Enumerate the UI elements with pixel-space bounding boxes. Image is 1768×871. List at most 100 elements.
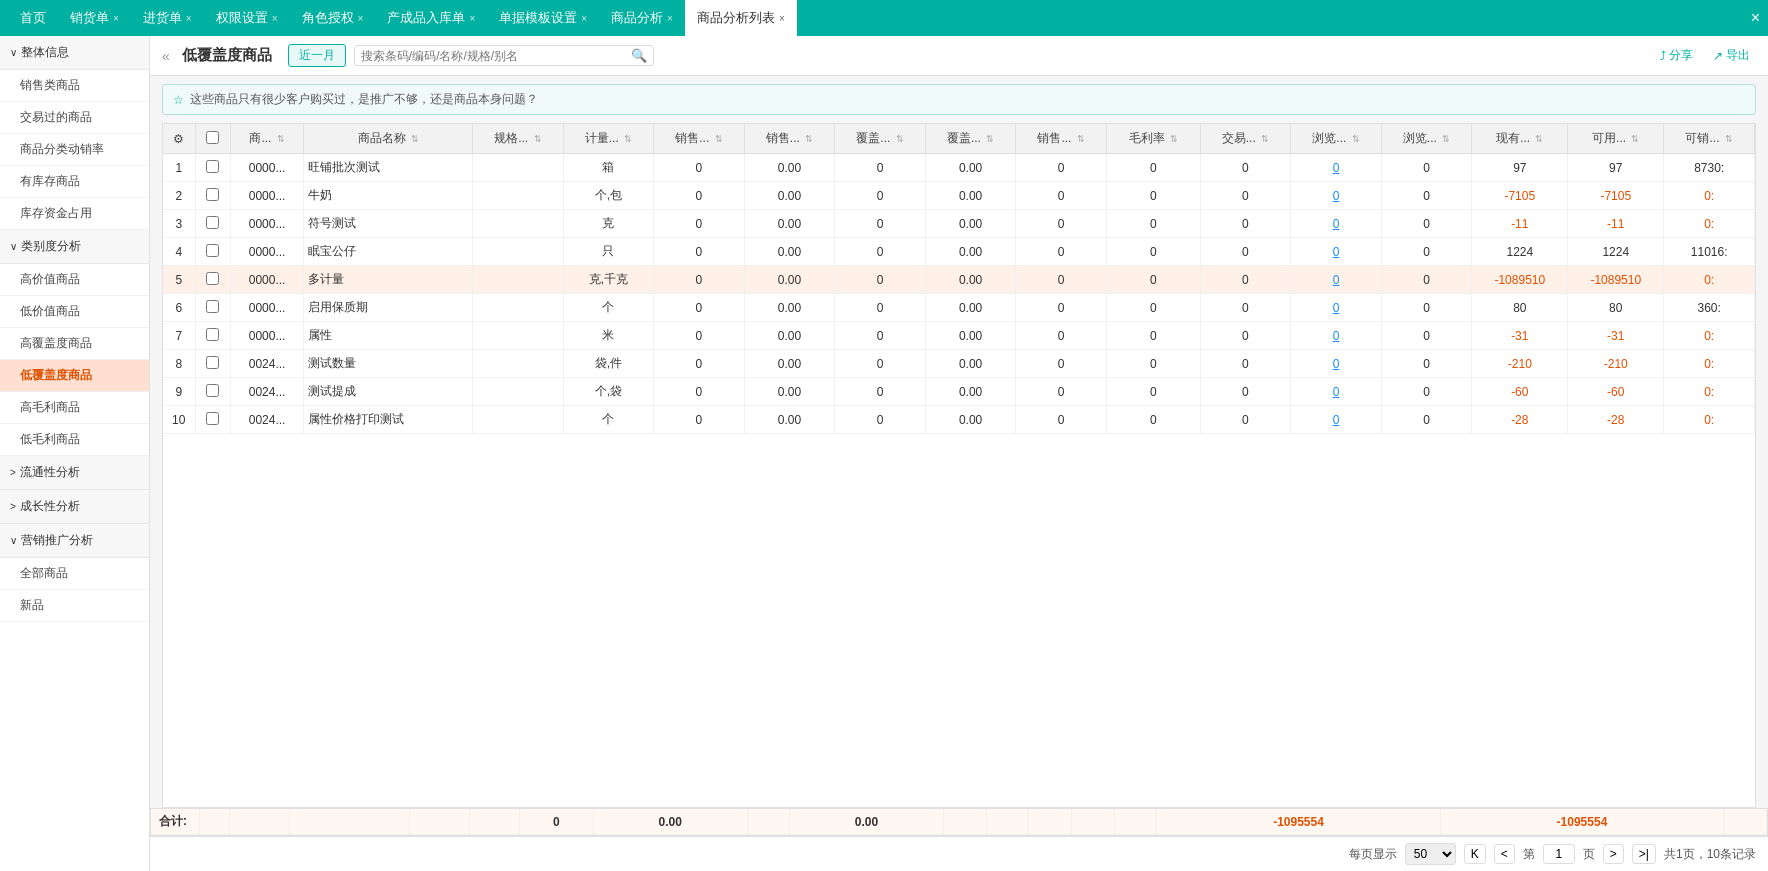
export-btn[interactable]: ↗ 导出 [1707,47,1756,64]
sidebar-item-high-profit[interactable]: 高毛利商品 [0,392,149,424]
row-checkbox-7[interactable] [206,356,219,369]
share-btn[interactable]: ⤴ 分享 [1654,47,1699,64]
row-checkbox-1[interactable] [206,188,219,201]
section-arrow-category: ∨ [10,241,17,252]
cell-browse1[interactable]: 0 [1291,266,1382,294]
nav-roles[interactable]: 角色授权 × [290,0,376,36]
sidebar-item-low-coverage[interactable]: 低覆盖度商品 [0,360,149,392]
cell-code: 0000... [230,182,303,210]
main-layout: ∨ 整体信息 销售类商品 交易过的商品 商品分类动销率 有库存商品 库存资金占用… [0,36,1768,871]
nav-production-close[interactable]: × [469,13,475,24]
th-stock3[interactable]: 可销... ⇅ [1664,124,1755,154]
th-unit[interactable]: 计量... ⇅ [563,124,654,154]
cell-sales3: 0 [1016,322,1107,350]
nav-sales[interactable]: 销货单 × [58,0,131,36]
th-sales2[interactable]: 销售... ⇅ [744,124,835,154]
cell-browse1[interactable]: 0 [1291,182,1382,210]
row-checkbox-6[interactable] [206,328,219,341]
row-checkbox-0[interactable] [206,160,219,173]
th-browse2[interactable]: 浏览... ⇅ [1381,124,1472,154]
th-browse1[interactable]: 浏览... ⇅ [1291,124,1382,154]
th-settings[interactable]: ⚙ [163,124,195,154]
cell-browse1[interactable]: 0 [1291,294,1382,322]
th-cover2[interactable]: 覆盖... ⇅ [925,124,1016,154]
th-code[interactable]: 商... ⇅ [230,124,303,154]
search-input[interactable] [361,49,631,63]
cell-sales3: 0 [1016,294,1107,322]
sidebar-section-growth[interactable]: > 成长性分析 [0,490,149,524]
sidebar-item-in-stock[interactable]: 有库存商品 [0,166,149,198]
nav-analysis[interactable]: 商品分析 × [599,0,685,36]
nav-purchase[interactable]: 进货单 × [131,0,204,36]
nav-analysis-close[interactable]: × [667,13,673,24]
cell-browse1[interactable]: 0 [1291,350,1382,378]
sidebar-item-category-rate[interactable]: 商品分类动销率 [0,134,149,166]
cell-browse1[interactable]: 0 [1291,406,1382,434]
filter-recent-month-btn[interactable]: 近一月 [288,44,346,67]
th-name[interactable]: 商品名称 ⇅ [304,124,473,154]
share-icon: ⤴ [1660,49,1666,63]
sidebar-item-high-value[interactable]: 高价值商品 [0,264,149,296]
last-page-btn[interactable]: >| [1632,844,1656,864]
sidebar-item-all-goods[interactable]: 全部商品 [0,558,149,590]
th-sales3[interactable]: 销售... ⇅ [1016,124,1107,154]
nav-purchase-close[interactable]: × [186,13,192,24]
nav-template[interactable]: 单据模板设置 × [487,0,599,36]
th-trade[interactable]: 交易... ⇅ [1200,124,1291,154]
nav-home[interactable]: 首页 [8,0,58,36]
cell-browse1[interactable]: 0 [1291,154,1382,182]
page-size-select[interactable]: 50 100 [1405,843,1456,865]
th-spec[interactable]: 规格... ⇅ [473,124,564,154]
th-cover1[interactable]: 覆盖... ⇅ [835,124,926,154]
cell-browse1[interactable]: 0 [1291,378,1382,406]
row-checkbox-8[interactable] [206,384,219,397]
cell-checkbox [195,322,230,350]
sidebar-section-category[interactable]: ∨ 类别度分析 [0,230,149,264]
page-number-input[interactable] [1543,844,1575,864]
cell-spec [473,378,564,406]
next-page-btn[interactable]: > [1603,844,1624,864]
nav-permissions[interactable]: 权限设置 × [204,0,290,36]
sidebar-section-flow[interactable]: > 流通性分析 [0,456,149,490]
prev-page-btn[interactable]: < [1494,844,1515,864]
nav-roles-close[interactable]: × [358,13,364,24]
cell-trade: 0 [1200,406,1291,434]
nav-permissions-close[interactable]: × [272,13,278,24]
sidebar-item-new-goods[interactable]: 新品 [0,590,149,622]
nav-sales-close[interactable]: × [113,13,119,24]
sidebar-section-marketing[interactable]: ∨ 营销推广分析 [0,524,149,558]
cell-cover1: 0 [835,154,926,182]
th-stock1[interactable]: 现有... ⇅ [1472,124,1568,154]
nav-close-all[interactable]: × [1751,9,1760,27]
cell-gross: 0 [1106,294,1200,322]
row-checkbox-4[interactable] [206,272,219,285]
sidebar-item-sales-goods[interactable]: 销售类商品 [0,70,149,102]
cell-stock3: 0: [1664,210,1755,238]
nav-analysis-list[interactable]: 商品分析列表 × [685,0,797,36]
cell-browse1[interactable]: 0 [1291,210,1382,238]
cell-browse1[interactable]: 0 [1291,322,1382,350]
cell-cover2: 0.00 [925,154,1016,182]
th-gross[interactable]: 毛利率 ⇅ [1106,124,1200,154]
nav-template-close[interactable]: × [581,13,587,24]
row-checkbox-2[interactable] [206,216,219,229]
cell-stock3: 0: [1664,322,1755,350]
sidebar-item-low-profit[interactable]: 低毛利商品 [0,424,149,456]
select-all-checkbox[interactable] [206,131,219,144]
collapse-sidebar-btn[interactable]: « [162,48,170,64]
nav-analysis-list-close[interactable]: × [779,13,785,24]
sidebar-section-overall[interactable]: ∨ 整体信息 [0,36,149,70]
sidebar-item-high-coverage[interactable]: 高覆盖度商品 [0,328,149,360]
sidebar-item-stock-fund[interactable]: 库存资金占用 [0,198,149,230]
nav-production[interactable]: 产成品入库单 × [375,0,487,36]
cell-browse1[interactable]: 0 [1291,238,1382,266]
first-page-btn[interactable]: K [1464,844,1486,864]
cell-checkbox [195,350,230,378]
row-checkbox-9[interactable] [206,412,219,425]
row-checkbox-5[interactable] [206,300,219,313]
sidebar-item-traded-goods[interactable]: 交易过的商品 [0,102,149,134]
th-stock2[interactable]: 可用... ⇅ [1568,124,1664,154]
sidebar-item-low-value[interactable]: 低价值商品 [0,296,149,328]
row-checkbox-3[interactable] [206,244,219,257]
th-sales1[interactable]: 销售... ⇅ [654,124,745,154]
